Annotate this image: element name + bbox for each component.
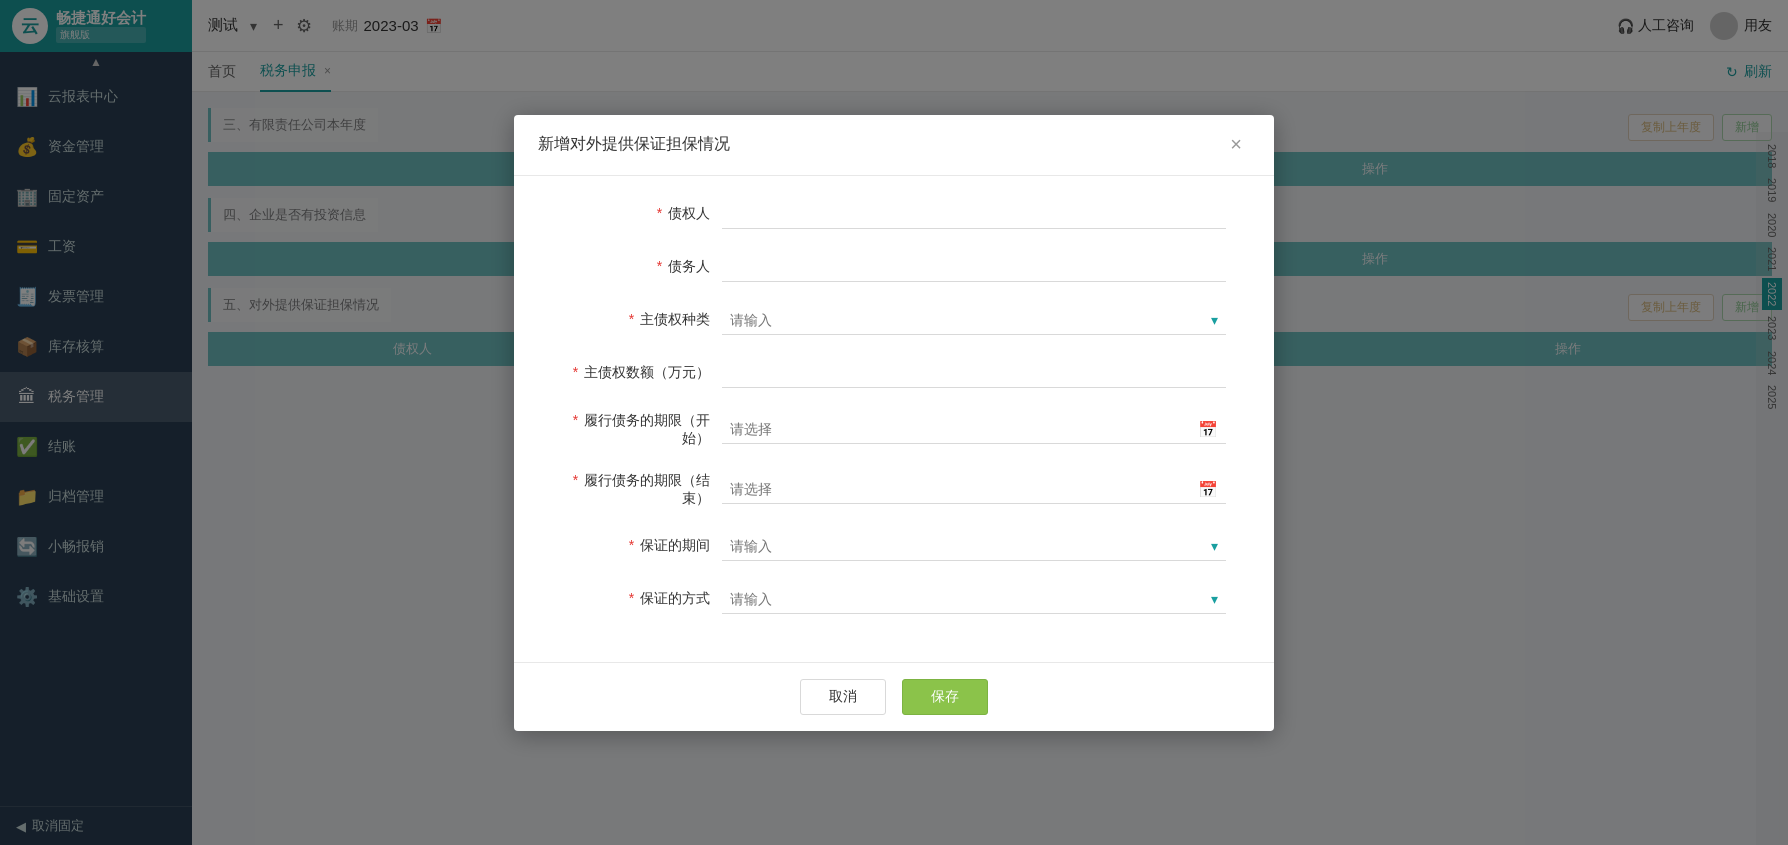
debt-type-label: * 主债权种类 <box>562 311 722 329</box>
form-row-debt-amount: * 主债权数额（万元） <box>562 359 1226 388</box>
form-row-guarantee-method: * 保证的方式 ▾ <box>562 585 1226 614</box>
duty-start-field: 📅 <box>722 415 1226 444</box>
guarantee-method-input[interactable] <box>722 585 1211 613</box>
debtor-field <box>722 253 1226 282</box>
form-row-guarantee-period: * 保证的期间 ▾ <box>562 532 1226 561</box>
guarantee-method-select-wrapper[interactable]: ▾ <box>722 585 1226 614</box>
form-row-debt-type: * 主债权种类 ▾ <box>562 306 1226 335</box>
duty-end-required: * <box>573 472 578 488</box>
form-row-duty-start: * 履行债务的期限（开始） 📅 <box>562 412 1226 448</box>
duty-end-input[interactable] <box>722 475 1198 503</box>
duty-start-calendar-icon[interactable]: 📅 <box>1198 420 1226 439</box>
debt-type-chevron-icon: ▾ <box>1211 312 1226 328</box>
creditor-label: * 债权人 <box>562 205 722 223</box>
guarantee-period-required: * <box>629 537 634 553</box>
guarantee-method-chevron-icon: ▾ <box>1211 591 1226 607</box>
modal-close-button[interactable]: × <box>1222 131 1250 159</box>
guarantee-period-input[interactable] <box>722 532 1211 560</box>
duty-start-input[interactable] <box>722 415 1198 443</box>
creditor-input[interactable] <box>722 200 1226 229</box>
duty-start-date-wrapper[interactable]: 📅 <box>722 415 1226 444</box>
guarantee-period-label: * 保证的期间 <box>562 537 722 555</box>
debt-type-input[interactable] <box>722 306 1211 334</box>
creditor-required: * <box>657 205 662 221</box>
guarantee-period-select-wrapper[interactable]: ▾ <box>722 532 1226 561</box>
debt-amount-field <box>722 359 1226 388</box>
modal-header: 新增对外提供保证担保情况 × <box>514 115 1274 176</box>
form-row-creditor: * 债权人 <box>562 200 1226 229</box>
save-button[interactable]: 保存 <box>902 679 988 715</box>
guarantee-period-field: ▾ <box>722 532 1226 561</box>
debt-type-required: * <box>629 311 634 327</box>
debtor-input[interactable] <box>722 253 1226 282</box>
duty-end-date-wrapper[interactable]: 📅 <box>722 475 1226 504</box>
debtor-label: * 债务人 <box>562 258 722 276</box>
modal-title: 新增对外提供保证担保情况 <box>538 134 730 155</box>
duty-start-label: * 履行债务的期限（开始） <box>562 412 722 448</box>
debtor-required: * <box>657 258 662 274</box>
form-row-debtor: * 债务人 <box>562 253 1226 282</box>
duty-end-label: * 履行债务的期限（结束） <box>562 472 722 508</box>
debt-type-field: ▾ <box>722 306 1226 335</box>
debt-type-select-wrapper[interactable]: ▾ <box>722 306 1226 335</box>
duty-end-calendar-icon[interactable]: 📅 <box>1198 480 1226 499</box>
duty-start-required: * <box>573 412 578 428</box>
guarantee-method-field: ▾ <box>722 585 1226 614</box>
duty-end-field: 📅 <box>722 475 1226 504</box>
debt-amount-input[interactable] <box>722 359 1226 388</box>
modal-overlay[interactable]: 新增对外提供保证担保情况 × * 债权人 * 债务人 <box>0 0 1788 845</box>
creditor-field <box>722 200 1226 229</box>
cancel-button[interactable]: 取消 <box>800 679 886 715</box>
form-row-duty-end: * 履行债务的期限（结束） 📅 <box>562 472 1226 508</box>
modal: 新增对外提供保证担保情况 × * 债权人 * 债务人 <box>514 115 1274 731</box>
modal-body: * 债权人 * 债务人 * <box>514 176 1274 662</box>
guarantee-method-required: * <box>629 590 634 606</box>
modal-footer: 取消 保存 <box>514 662 1274 731</box>
guarantee-period-chevron-icon: ▾ <box>1211 538 1226 554</box>
debt-amount-label: * 主债权数额（万元） <box>562 364 722 382</box>
debt-amount-required: * <box>573 364 578 380</box>
guarantee-method-label: * 保证的方式 <box>562 590 722 608</box>
